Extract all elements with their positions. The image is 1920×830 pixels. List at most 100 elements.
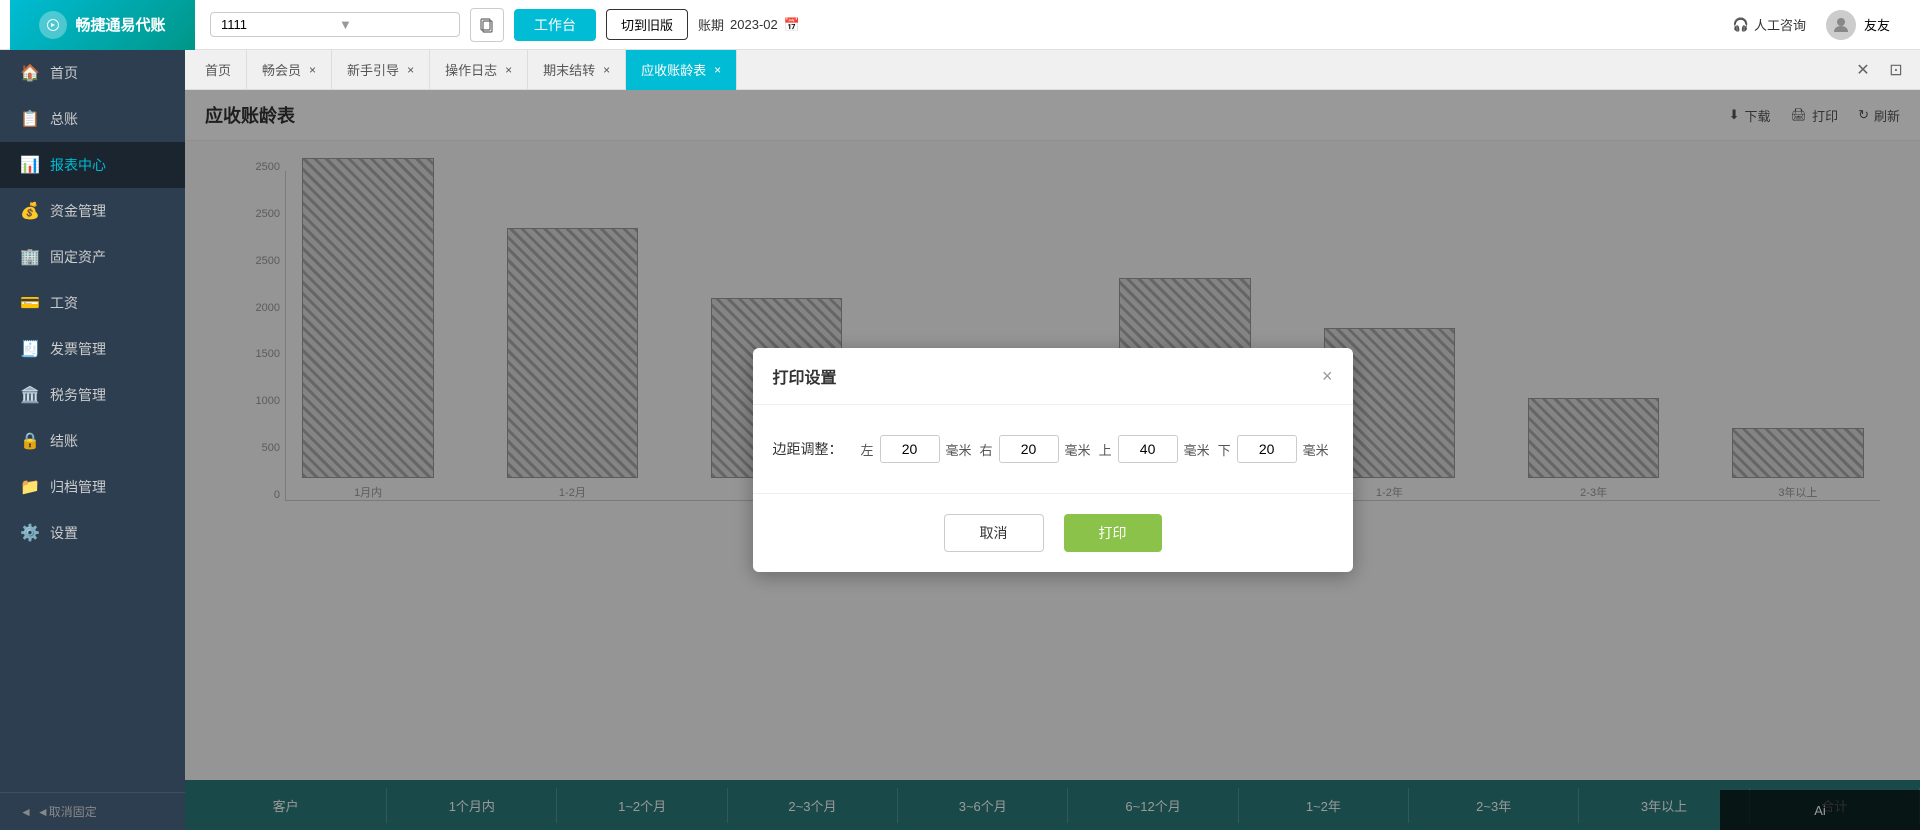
period-label: 账期 xyxy=(698,15,724,34)
invoice-icon: 🧾 xyxy=(20,339,40,359)
sidebar-item-tax[interactable]: 🏛️ 税务管理 xyxy=(0,372,185,418)
tab-actions: ✕ ⊡ xyxy=(1849,56,1915,84)
bottom-unit: 毫米 xyxy=(1303,440,1329,459)
workbench-button[interactable]: 工作台 xyxy=(514,9,596,41)
archive-icon: 📁 xyxy=(20,477,40,497)
margin-left-group: 左 毫米 xyxy=(861,435,972,463)
switch-version-button[interactable]: 切到旧版 xyxy=(606,9,688,40)
sidebar: 🏠 首页 📋 总账 📊 报表中心 💰 资金管理 🏢 固定资产 💳 工资 xyxy=(0,50,185,830)
sidebar-label-tax: 税务管理 xyxy=(50,385,106,405)
confirm-print-button[interactable]: 打印 xyxy=(1064,514,1162,552)
tab-guide-close[interactable]: × xyxy=(407,63,414,77)
tab-member-close[interactable]: × xyxy=(309,63,316,77)
collapse-icon: ◄ xyxy=(20,805,32,819)
margin-settings-row: 边距调整： 左 毫米 右 毫米 xyxy=(773,435,1333,463)
modal-header: 打印设置 × xyxy=(753,348,1353,405)
sidebar-label-assets: 固定资产 xyxy=(50,247,106,267)
sidebar-scroll: 🏠 首页 📋 总账 📊 报表中心 💰 资金管理 🏢 固定资产 💳 工资 xyxy=(0,50,185,792)
avatar xyxy=(1826,10,1856,40)
modal-overlay: 打印设置 × 边距调整： 左 毫米 右 xyxy=(185,90,1920,830)
sidebar-label-reports: 报表中心 xyxy=(50,155,106,175)
funds-icon: 💰 xyxy=(20,201,40,221)
bottom-margin-input[interactable] xyxy=(1237,435,1297,463)
tab-home[interactable]: 首页 xyxy=(190,50,247,90)
sidebar-label-salary: 工资 xyxy=(50,293,78,313)
top-prefix: 上 xyxy=(1099,440,1112,459)
main-layout: 🏠 首页 📋 总账 📊 报表中心 💰 资金管理 🏢 固定资产 💳 工资 xyxy=(0,50,1920,830)
assets-icon: 🏢 xyxy=(20,247,40,267)
sidebar-item-settings[interactable]: ⚙️ 设置 xyxy=(0,510,185,556)
right-margin-input[interactable] xyxy=(999,435,1059,463)
left-unit: 毫米 xyxy=(946,440,972,459)
sidebar-item-ledger[interactable]: 📋 总账 xyxy=(0,96,185,142)
page-content: 应收账龄表 ⬇ 下载 🖨 打印 ↻ 刷新 xyxy=(185,90,1920,830)
sidebar-item-reports[interactable]: 📊 报表中心 xyxy=(0,142,185,188)
tab-aging-close[interactable]: × xyxy=(714,63,721,77)
right-unit: 毫米 xyxy=(1065,440,1091,459)
sidebar-item-close[interactable]: 🔒 结账 xyxy=(0,418,185,464)
tax-icon: 🏛️ xyxy=(20,385,40,405)
modal-footer: 取消 打印 xyxy=(753,493,1353,572)
sidebar-item-salary[interactable]: 💳 工资 xyxy=(0,280,185,326)
cancel-button[interactable]: 取消 xyxy=(944,514,1044,552)
tab-period-close[interactable]: 期末结转 × xyxy=(528,50,626,90)
sidebar-label-settings: 设置 xyxy=(50,523,78,543)
print-settings-modal: 打印设置 × 边距调整： 左 毫米 右 xyxy=(753,348,1353,572)
consult-label: 人工咨询 xyxy=(1754,15,1806,34)
modal-body: 边距调整： 左 毫米 右 毫米 xyxy=(753,405,1353,493)
tab-home-label: 首页 xyxy=(205,60,231,79)
sidebar-label-close: 结账 xyxy=(50,431,78,451)
logo-text: 畅捷通易代账 xyxy=(75,14,165,35)
sidebar-item-funds[interactable]: 💰 资金管理 xyxy=(0,188,185,234)
right-prefix: 右 xyxy=(980,440,993,459)
tab-period-close-close[interactable]: × xyxy=(603,63,610,77)
content-area: 首页 畅会员 × 新手引导 × 操作日志 × 期末结转 × 应收账龄表 × xyxy=(185,50,1920,830)
copy-button[interactable] xyxy=(470,8,504,42)
period-area: 账期 2023-02 📅 xyxy=(698,15,800,34)
tab-oplog[interactable]: 操作日志 × xyxy=(430,50,528,90)
margin-label: 边距调整： xyxy=(773,439,843,459)
company-name: 1111 xyxy=(221,17,331,32)
expand-tab-button[interactable]: ⊡ xyxy=(1882,56,1910,84)
settings-icon: ⚙️ xyxy=(20,523,40,543)
sidebar-item-assets[interactable]: 🏢 固定资产 xyxy=(0,234,185,280)
tab-member[interactable]: 畅会员 × xyxy=(247,50,332,90)
close-tab-button[interactable]: ✕ xyxy=(1849,56,1877,84)
user-info[interactable]: 友友 xyxy=(1826,10,1890,40)
period-value: 2023-02 xyxy=(730,17,778,32)
collapse-sidebar-button[interactable]: ◄ ◄取消固定 xyxy=(0,792,185,830)
collapse-label: ◄取消固定 xyxy=(37,803,97,820)
sidebar-item-invoice[interactable]: 🧾 发票管理 xyxy=(0,326,185,372)
tab-guide[interactable]: 新手引导 × xyxy=(332,50,430,90)
salary-icon: 💳 xyxy=(20,293,40,313)
calendar-icon[interactable]: 📅 xyxy=(784,17,800,33)
margin-bottom-group: 下 毫米 xyxy=(1218,435,1329,463)
sidebar-label-invoice: 发票管理 xyxy=(50,339,106,359)
user-label: 友友 xyxy=(1864,15,1890,34)
sidebar-label-funds: 资金管理 xyxy=(50,201,106,221)
bottom-prefix: 下 xyxy=(1218,440,1231,459)
left-prefix: 左 xyxy=(861,440,874,459)
header-right: 🎧 人工咨询 友友 xyxy=(1733,10,1910,40)
tab-bar: 首页 畅会员 × 新手引导 × 操作日志 × 期末结转 × 应收账龄表 × xyxy=(185,50,1920,90)
margin-right-group: 右 毫米 xyxy=(980,435,1091,463)
company-select[interactable]: 1111 ▼ xyxy=(210,12,460,37)
tab-period-close-label: 期末结转 xyxy=(543,60,595,79)
header-middle: 1111 ▼ 工作台 切到旧版 账期 2023-02 📅 xyxy=(195,8,1733,42)
modal-close-button[interactable]: × xyxy=(1322,366,1333,387)
tab-oplog-close[interactable]: × xyxy=(505,63,512,77)
tab-oplog-label: 操作日志 xyxy=(445,60,497,79)
left-margin-input[interactable] xyxy=(880,435,940,463)
top-margin-input[interactable] xyxy=(1118,435,1178,463)
logo: 畅捷通易代账 xyxy=(10,0,195,50)
top-header: 畅捷通易代账 1111 ▼ 工作台 切到旧版 账期 2023-02 📅 🎧 人工… xyxy=(0,0,1920,50)
margin-top-group: 上 毫米 xyxy=(1099,435,1210,463)
consult-button[interactable]: 🎧 人工咨询 xyxy=(1733,15,1806,34)
sidebar-label-home: 首页 xyxy=(50,63,78,83)
tab-aging[interactable]: 应收账龄表 × xyxy=(626,50,737,90)
sidebar-item-home[interactable]: 🏠 首页 xyxy=(0,50,185,96)
tab-guide-label: 新手引导 xyxy=(347,60,399,79)
top-unit: 毫米 xyxy=(1184,440,1210,459)
dropdown-arrow-icon: ▼ xyxy=(339,17,449,32)
sidebar-item-archive[interactable]: 📁 归档管理 xyxy=(0,464,185,510)
